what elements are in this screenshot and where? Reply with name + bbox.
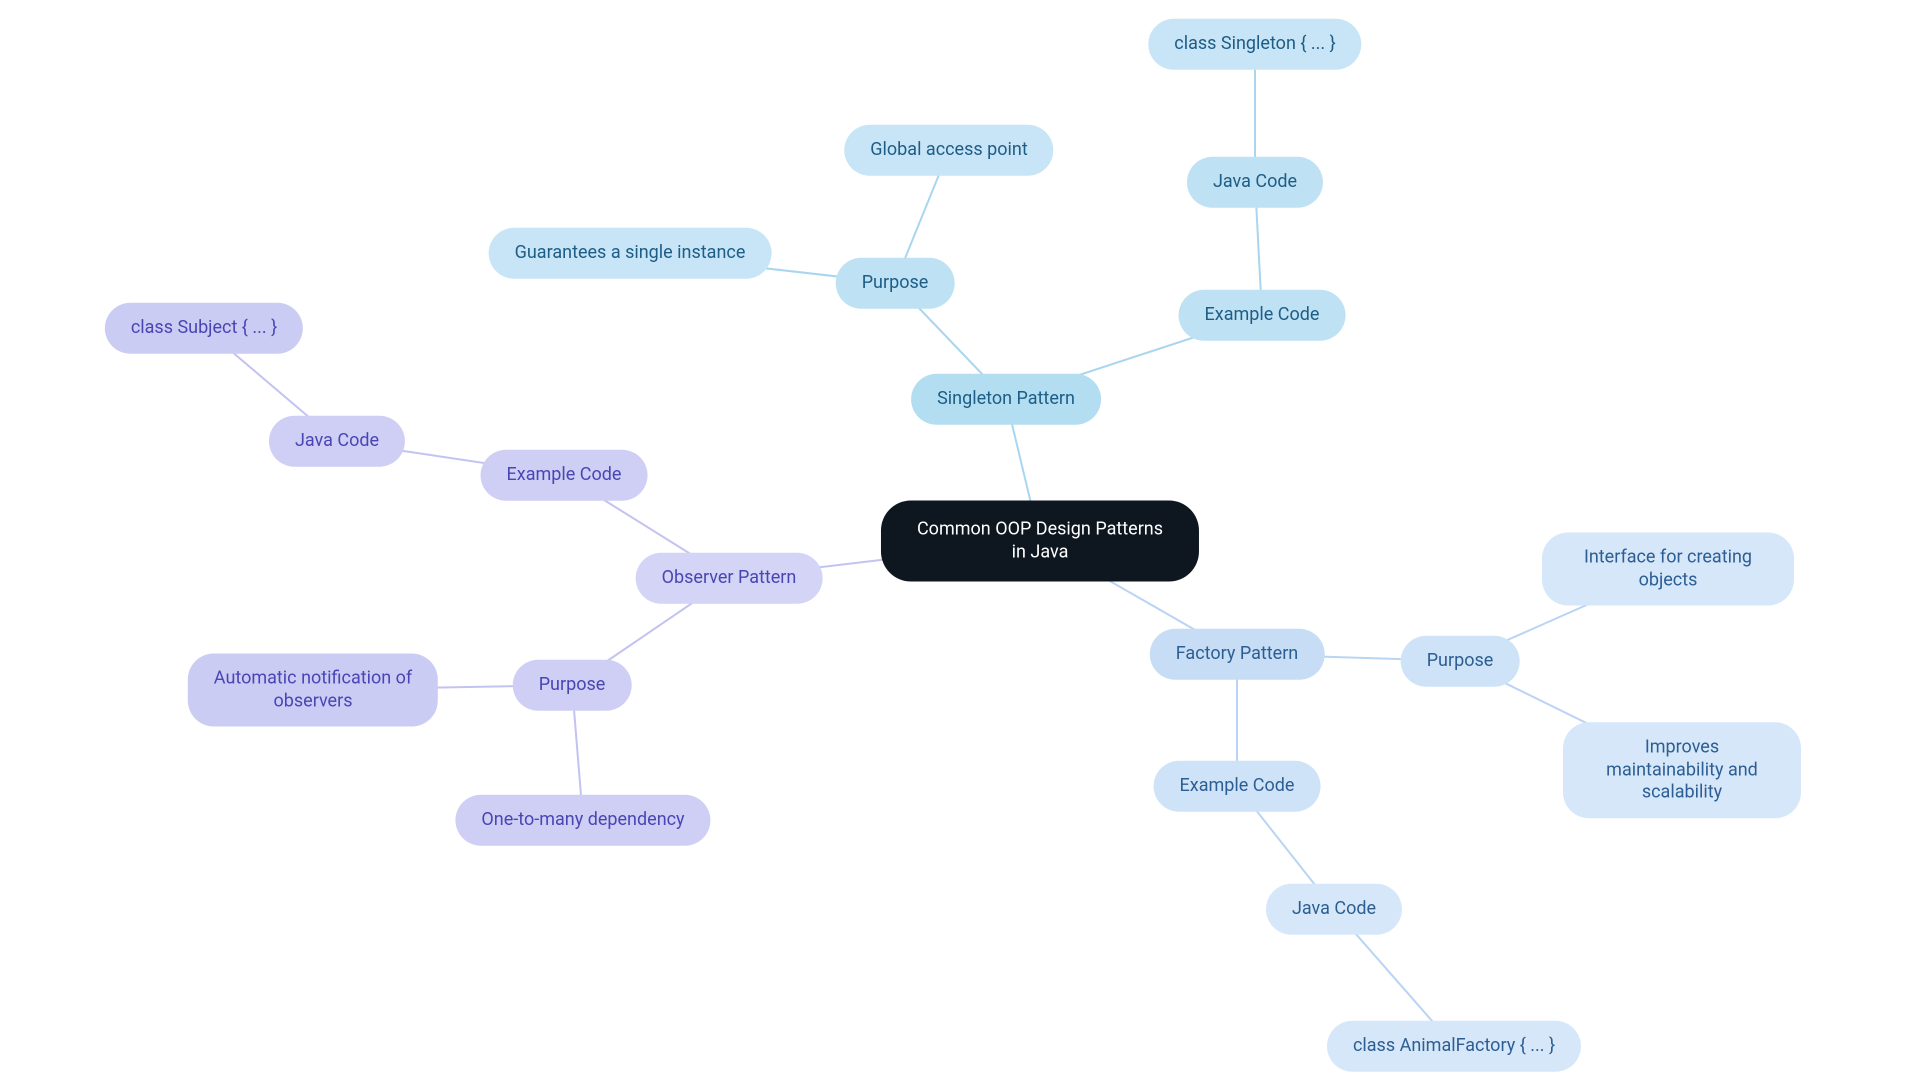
node-observer-purpose-b: One-to-many dependency <box>455 795 710 846</box>
node-singleton-purpose[interactable]: Purpose <box>836 258 955 309</box>
node-observer-code: class Subject { ... } <box>105 303 303 354</box>
node-factory-example[interactable]: Example Code <box>1154 761 1321 812</box>
node-factory-code: class AnimalFactory { ... } <box>1327 1021 1581 1072</box>
node-observer-example[interactable]: Example Code <box>481 450 648 501</box>
root-node: Common OOP Design Patterns in Java <box>881 501 1199 582</box>
node-observer-pattern[interactable]: Observer Pattern <box>636 553 823 604</box>
node-observer-purpose-a: Automatic notification of observers <box>188 654 438 727</box>
node-observer-java: Java Code <box>269 416 405 467</box>
node-singleton-java: Java Code <box>1187 157 1323 208</box>
mindmap-canvas: Common OOP Design Patterns in Java Singl… <box>0 0 1920 1083</box>
node-factory-purpose-a: Interface for creating objects <box>1542 533 1794 606</box>
node-singleton-example[interactable]: Example Code <box>1179 290 1346 341</box>
node-factory-pattern[interactable]: Factory Pattern <box>1150 629 1325 680</box>
node-factory-purpose[interactable]: Purpose <box>1401 636 1520 687</box>
node-singleton-purpose-b: Global access point <box>844 125 1053 176</box>
node-factory-purpose-b: Improves maintainability and scalability <box>1563 722 1801 818</box>
node-singleton-purpose-a: Guarantees a single instance <box>489 228 772 279</box>
node-observer-purpose[interactable]: Purpose <box>513 660 632 711</box>
node-factory-java: Java Code <box>1266 884 1402 935</box>
node-singleton-code: class Singleton { ... } <box>1148 19 1361 70</box>
node-singleton-pattern[interactable]: Singleton Pattern <box>911 374 1101 425</box>
